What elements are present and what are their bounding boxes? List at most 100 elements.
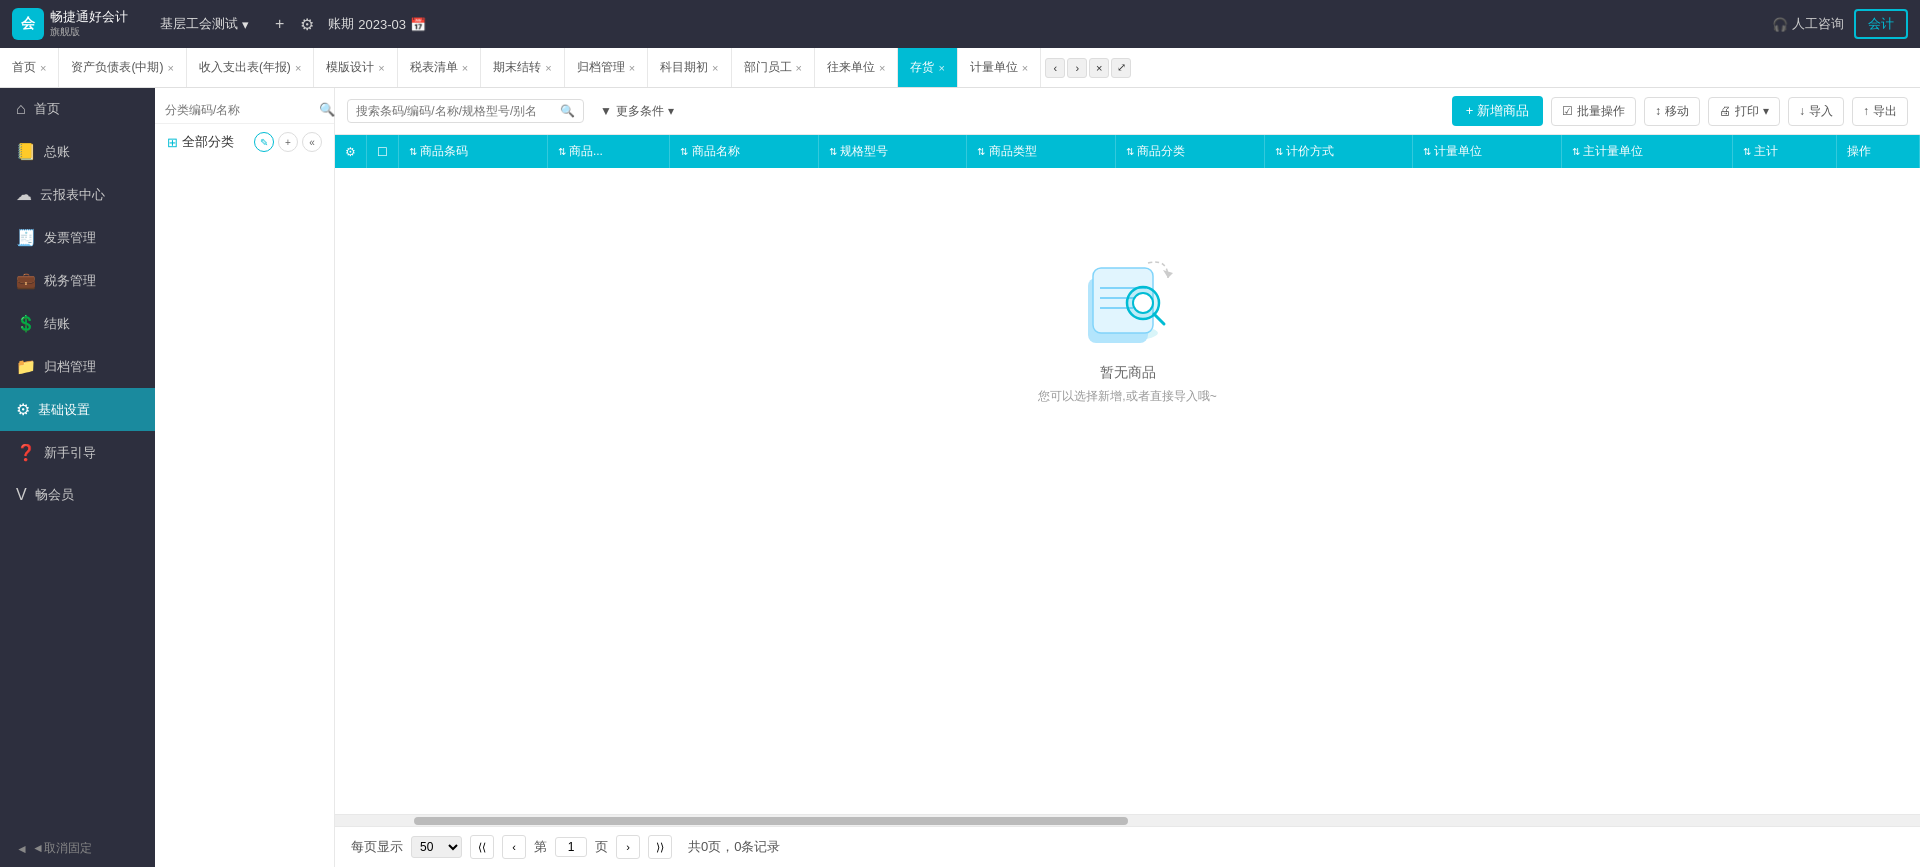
filter-more-btn[interactable]: ▼ 更多条件 ▾ [592, 99, 682, 124]
th-barcode[interactable]: ⇅ 商品条码 [399, 135, 548, 168]
th-main-unit[interactable]: ⇅ 主计量单位 [1561, 135, 1732, 168]
tab-unit[interactable]: 计量单位 × [958, 48, 1041, 87]
guide-icon: ❓ [16, 443, 36, 462]
account-button[interactable]: 会计 [1854, 9, 1908, 39]
sidebar-item-tax[interactable]: 💼 税务管理 [0, 259, 155, 302]
tab-period-close[interactable]: 期末结转 × [481, 48, 564, 87]
th-code[interactable]: ⇅ 商品... [547, 135, 670, 168]
svg-point-7 [1133, 293, 1153, 313]
tab-close-icon[interactable]: × [938, 62, 944, 74]
th-price-method[interactable]: ⇅ 计价方式 [1264, 135, 1413, 168]
sidebar-label: 基础设置 [38, 401, 90, 419]
scrollbar-thumb[interactable] [414, 817, 1127, 825]
sidebar-item-basic-settings[interactable]: ⚙ 基础设置 [0, 388, 155, 431]
tab-close-icon[interactable]: × [295, 62, 301, 74]
sidebar-collapse-btn[interactable]: ◄ ◄取消固定 [0, 830, 155, 867]
print-btn[interactable]: 🖨 打印 ▾ [1708, 97, 1780, 126]
category-all-item[interactable]: ⊞ 全部分类 ✎ + « [155, 124, 334, 160]
pagination: 每页显示 50 10 20 100 ⟨⟨ ‹ 第 页 › ⟩⟩ 共0页，0条记录 [335, 826, 1920, 867]
tab-close-icon[interactable]: × [879, 62, 885, 74]
sidebar-item-vip[interactable]: V 畅会员 [0, 474, 155, 516]
sidebar-label: 首页 [34, 100, 60, 118]
tab-label: 归档管理 [577, 59, 625, 76]
ledger-icon: 📒 [16, 142, 36, 161]
add-product-btn[interactable]: + 新增商品 [1452, 96, 1543, 126]
th-settings[interactable]: ⚙ [335, 135, 367, 168]
table-scrollbar[interactable] [335, 814, 1920, 826]
sidebar-item-ledger[interactable]: 📒 总账 [0, 130, 155, 173]
move-icon: ↕ [1655, 104, 1661, 118]
tab-expand-icon[interactable]: ⤢ [1111, 58, 1131, 78]
service-button[interactable]: 🎧 人工咨询 [1772, 15, 1844, 33]
tab-label: 部门员工 [744, 59, 792, 76]
batch-operate-btn[interactable]: ☑ 批量操作 [1551, 97, 1636, 126]
cloud-icon: ☁ [16, 185, 32, 204]
tab-close-all-icon[interactable]: × [1089, 58, 1109, 78]
tab-income-report[interactable]: 收入支出表(年报) × [187, 48, 314, 87]
import-btn[interactable]: ↓ 导入 [1788, 97, 1844, 126]
category-search-icon[interactable]: 🔍 [319, 102, 335, 117]
total-info: 共0页，0条记录 [688, 838, 780, 856]
tab-close-icon[interactable]: × [545, 62, 551, 74]
page-next-btn[interactable]: › [616, 835, 640, 859]
th-unit[interactable]: ⇅ 计量单位 [1413, 135, 1562, 168]
tab-partners[interactable]: 往来单位 × [815, 48, 898, 87]
sidebar-item-invoice[interactable]: 🧾 发票管理 [0, 216, 155, 259]
edit-category-icon[interactable]: ✎ [254, 132, 274, 152]
sidebar-item-guide[interactable]: ❓ 新手引导 [0, 431, 155, 474]
th-spec[interactable]: ⇅ 规格型号 [818, 135, 967, 168]
sidebar-item-cloud-report[interactable]: ☁ 云报表中心 [0, 173, 155, 216]
tab-close-icon[interactable]: × [1022, 62, 1028, 74]
tab-close-icon[interactable]: × [167, 62, 173, 74]
tab-next-icon[interactable]: › [1067, 58, 1087, 78]
page-last-btn[interactable]: ⟩⟩ [648, 835, 672, 859]
collapse-panel-icon[interactable]: « [302, 132, 322, 152]
empty-title: 暂无商品 [1100, 364, 1156, 382]
th-category[interactable]: ⇅ 商品分类 [1116, 135, 1265, 168]
settings-icon[interactable]: ⚙ [296, 11, 318, 38]
product-search-bar[interactable]: 🔍 [347, 99, 584, 123]
export-btn[interactable]: ↑ 导出 [1852, 97, 1908, 126]
th-name[interactable]: ⇅ 商品名称 [670, 135, 819, 168]
tab-close-icon[interactable]: × [796, 62, 802, 74]
calendar-icon[interactable]: 📅 [410, 17, 426, 32]
th-checkbox[interactable]: ☐ [367, 135, 399, 168]
tab-close-icon[interactable]: × [712, 62, 718, 74]
sidebar-item-close-period[interactable]: 💲 结账 [0, 302, 155, 345]
tab-homepage[interactable]: 首页 × [0, 48, 59, 87]
product-search-input[interactable] [356, 104, 556, 118]
page-prev-btn[interactable]: ‹ [502, 835, 526, 859]
page-first-btn[interactable]: ⟨⟨ [470, 835, 494, 859]
app-name: 畅捷通好会计 [50, 9, 128, 25]
th-type[interactable]: ⇅ 商品类型 [967, 135, 1116, 168]
sidebar-item-archive[interactable]: 📁 归档管理 [0, 345, 155, 388]
company-selector[interactable]: 基层工会测试 ▾ [152, 11, 257, 37]
th-main-calc[interactable]: ⇅ 主计 [1732, 135, 1836, 168]
tab-department[interactable]: 部门员工 × [732, 48, 815, 87]
add-tab-icon[interactable]: + [271, 11, 288, 37]
category-search-box: 🔍 [155, 96, 334, 124]
page-number-input[interactable] [555, 837, 587, 857]
tab-archive[interactable]: 归档管理 × [565, 48, 648, 87]
dropdown-arrow-icon: ▾ [242, 17, 249, 32]
category-search-input[interactable] [165, 103, 315, 117]
table-toolbar: 🔍 ▼ 更多条件 ▾ + 新增商品 ☑ 批量操作 ↕ 移动 [335, 88, 1920, 135]
tab-label: 首页 [12, 59, 36, 76]
tab-close-icon[interactable]: × [462, 62, 468, 74]
tab-close-icon[interactable]: × [40, 62, 46, 74]
tab-label: 模版设计 [326, 59, 374, 76]
move-btn[interactable]: ↕ 移动 [1644, 97, 1700, 126]
tab-inventory[interactable]: 存货 × [898, 48, 957, 87]
tab-close-icon[interactable]: × [378, 62, 384, 74]
tab-balance-sheet[interactable]: 资产负债表(中期) × [59, 48, 186, 87]
tab-prev-icon[interactable]: ‹ [1045, 58, 1065, 78]
tab-label: 税表清单 [410, 59, 458, 76]
add-category-icon[interactable]: + [278, 132, 298, 152]
tab-tax-list[interactable]: 税表清单 × [398, 48, 481, 87]
tab-template[interactable]: 模版设计 × [314, 48, 397, 87]
page-content: 🔍 ⊞ 全部分类 ✎ + « 🔍 ▼ [155, 88, 1920, 867]
sidebar-item-home[interactable]: ⌂ 首页 [0, 88, 155, 130]
tab-close-icon[interactable]: × [629, 62, 635, 74]
page-size-select[interactable]: 50 10 20 100 [411, 836, 462, 858]
tab-subject-init[interactable]: 科目期初 × [648, 48, 731, 87]
